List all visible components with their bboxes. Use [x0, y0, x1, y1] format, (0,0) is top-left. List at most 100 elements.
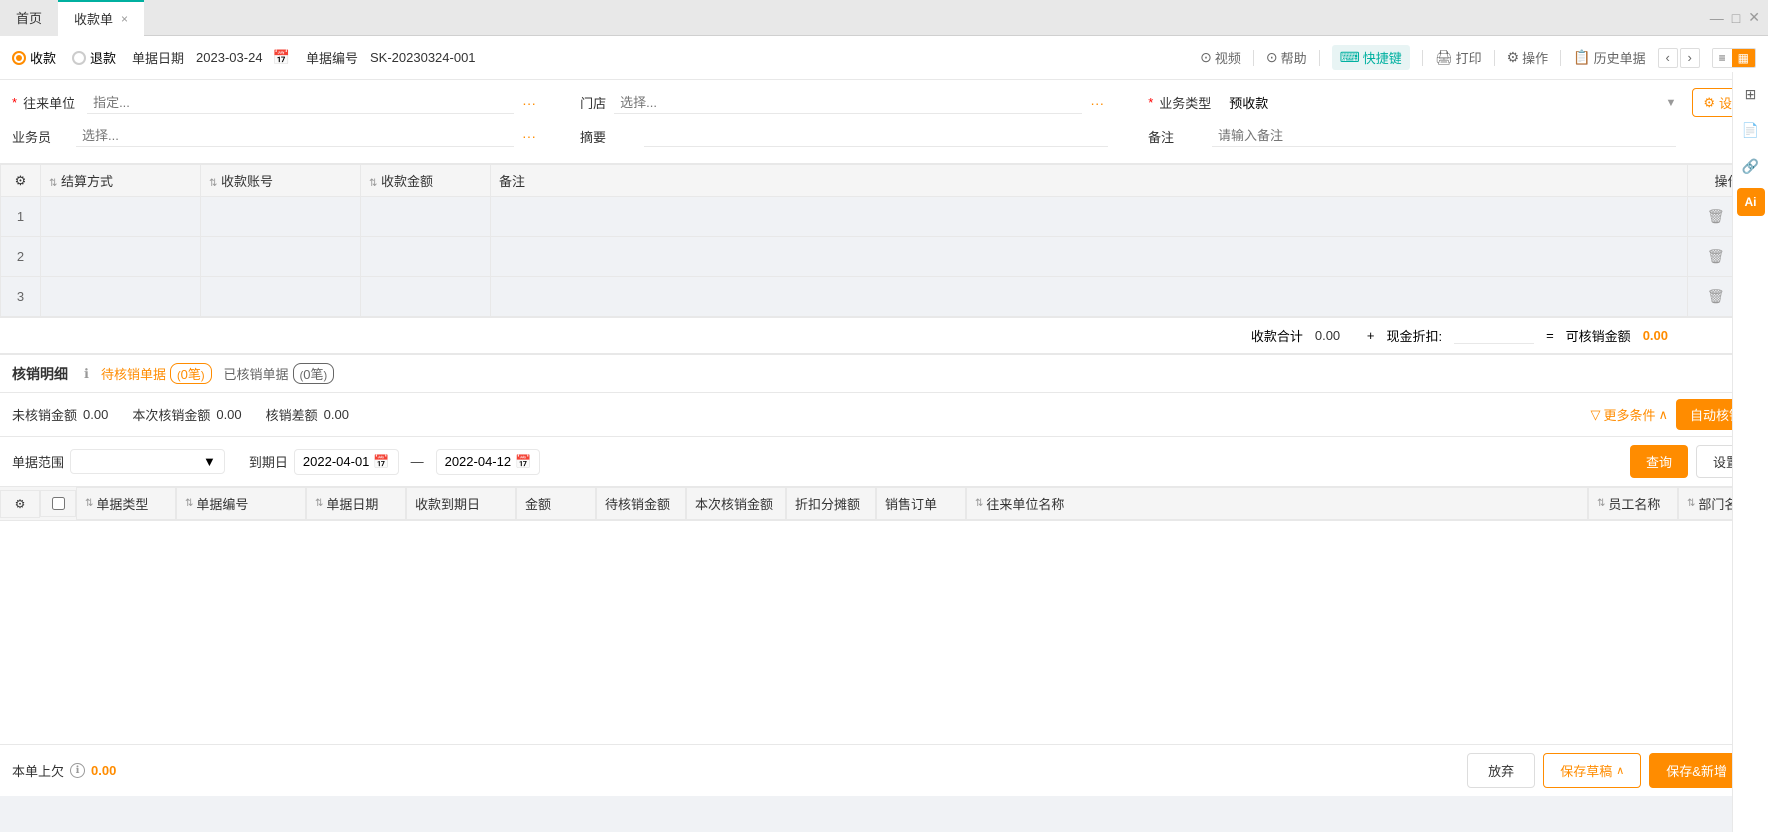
pending-tab[interactable]: 待核销单据 (0笔): [101, 363, 212, 384]
range-filter: 单据范围 ▼: [12, 449, 225, 474]
help-icon: ⊙: [1266, 49, 1278, 66]
store-input[interactable]: [614, 92, 1082, 114]
verify-info-icon[interactable]: ℹ: [84, 366, 89, 382]
next-arrow[interactable]: ›: [1680, 48, 1700, 68]
this-order-value: 0.00: [91, 763, 116, 778]
summary-input[interactable]: [644, 125, 1108, 147]
nav-arrows: ‹ ›: [1658, 48, 1700, 68]
sidebar: ⊞ 📄 🔗 Ai: [1732, 72, 1768, 832]
th-amount: ⇅ 收款金额: [361, 165, 491, 197]
cell-note-2[interactable]: [491, 237, 1688, 277]
salesman-more-btn[interactable]: ···: [518, 128, 540, 144]
business-type-arrow[interactable]: ▼: [1665, 97, 1676, 109]
th-settlement: ⇅ 结算方式: [41, 165, 201, 197]
sidebar-link-icon[interactable]: 🔗: [1737, 152, 1765, 180]
video-icon: ⊙: [1200, 49, 1212, 66]
form-area: * 往来单位 ··· 门店 ··· * 业务类型 预收款 ▼ ⚙: [0, 80, 1768, 164]
counterpart-input[interactable]: [87, 92, 514, 114]
operation-btn[interactable]: ⚙ 操作: [1507, 48, 1549, 67]
discount-input[interactable]: [1454, 328, 1534, 344]
row-num-3: 3: [1, 277, 41, 317]
counterpart-more-btn[interactable]: ···: [518, 95, 540, 111]
verify-table-header: ⚙ ⇅ 单据类型 ⇅ 单据编号 ⇅ 单据日期 收款到期日 金额: [0, 487, 1768, 521]
done-tab[interactable]: 已核销单据 (0笔): [224, 363, 335, 384]
abandon-button[interactable]: 放弃: [1467, 753, 1535, 788]
cell-settlement-3[interactable]: [41, 277, 201, 317]
tab-home[interactable]: 首页: [0, 0, 58, 36]
cell-amount-1[interactable]: [361, 197, 491, 237]
vth-checkbox[interactable]: [40, 490, 76, 517]
salesman-input[interactable]: [76, 125, 514, 147]
vth-gear[interactable]: ⚙: [0, 490, 40, 518]
note-label: 备注: [1148, 127, 1208, 146]
tab-current[interactable]: 收款单 ×: [58, 0, 144, 36]
salesman-label: 业务员: [12, 127, 72, 146]
range-select[interactable]: ▼: [70, 449, 225, 474]
help-btn[interactable]: ⊙ 帮助: [1266, 48, 1307, 67]
tab-close-icon[interactable]: ×: [121, 12, 128, 26]
print-icon: 🖨: [1435, 49, 1453, 66]
diff-value: 0.00: [324, 407, 349, 422]
radio-receipt[interactable]: 收款: [12, 48, 56, 67]
more-conditions-btn[interactable]: ▽ 更多条件 ∧: [1590, 405, 1668, 424]
calendar-icon[interactable]: 📅: [273, 49, 290, 66]
top-toolbar: 收款 退款 单据日期 2023-03-24 📅 单据编号 SK-20230324…: [0, 36, 1768, 80]
order-info-icon[interactable]: ℹ: [70, 763, 85, 778]
due-from-value: 2022-04-01: [303, 454, 370, 469]
list-view-btn[interactable]: ≡: [1713, 49, 1732, 67]
cell-amount-3[interactable]: [361, 277, 491, 317]
total-label: 收款合计: [1251, 326, 1303, 345]
form-row-2: 业务员 ··· 摘要 备注: [12, 125, 1756, 147]
cell-settlement-1[interactable]: [41, 197, 201, 237]
due-to-input[interactable]: 2022-04-12 📅: [436, 449, 541, 475]
radio-refund[interactable]: 退款: [72, 48, 116, 67]
cell-account-3[interactable]: [201, 277, 361, 317]
minimize-icon[interactable]: —: [1710, 10, 1724, 26]
business-type-value: 预收款: [1223, 90, 1657, 115]
th-note: 备注: [491, 165, 1688, 197]
pending-count: (0笔): [170, 363, 212, 384]
cell-settlement-2[interactable]: [41, 237, 201, 277]
sidebar-table-icon[interactable]: ⊞: [1737, 80, 1765, 108]
type-radio-group: 收款 退款: [12, 48, 116, 67]
note-input[interactable]: [1212, 125, 1676, 147]
vth-due-date: 收款到期日: [406, 487, 516, 520]
divider3: [1422, 50, 1423, 66]
history-btn[interactable]: 📋 历史单据: [1573, 48, 1645, 67]
salesman-field: 业务员 ···: [12, 125, 540, 147]
delete-row-2-btn[interactable]: 🗑: [1707, 248, 1725, 265]
date-dash: —: [405, 454, 430, 469]
cell-note-1[interactable]: [491, 197, 1688, 237]
due-from-input[interactable]: 2022-04-01 📅: [294, 449, 399, 475]
shortcut-btn[interactable]: ⌨ 快捷键: [1332, 45, 1410, 70]
select-all-checkbox[interactable]: [52, 497, 65, 510]
cell-account-1[interactable]: [201, 197, 361, 237]
th-gear[interactable]: ⚙: [1, 165, 41, 197]
cell-account-2[interactable]: [201, 237, 361, 277]
delete-row-1-btn[interactable]: 🗑: [1707, 208, 1725, 225]
chevron-up-icon: ∧: [1658, 407, 1668, 423]
print-btn[interactable]: 🖨 打印: [1435, 48, 1482, 67]
video-btn[interactable]: ⊙ 视频: [1200, 48, 1241, 67]
cell-amount-2[interactable]: [361, 237, 491, 277]
cell-note-3[interactable]: [491, 277, 1688, 317]
prev-arrow[interactable]: ‹: [1658, 48, 1678, 68]
row-num-1: 1: [1, 197, 41, 237]
save-draft-button[interactable]: 保存草稿 ∧: [1543, 753, 1641, 788]
query-button[interactable]: 查询: [1630, 445, 1688, 478]
more-conditions-label: 更多条件: [1603, 405, 1655, 424]
close-icon[interactable]: ✕: [1748, 9, 1760, 26]
maximize-icon[interactable]: □: [1732, 10, 1740, 26]
filter-icon: ▽: [1590, 407, 1600, 423]
due-date-filter: 到期日 2022-04-01 📅 — 2022-04-12 📅: [249, 449, 540, 475]
form-view-btn[interactable]: ▦: [1732, 49, 1755, 67]
sidebar-ai-icon[interactable]: Ai: [1737, 188, 1765, 216]
net-value: 0.00: [1643, 328, 1668, 343]
store-more-btn[interactable]: ···: [1086, 95, 1108, 111]
delete-row-3-btn[interactable]: 🗑: [1707, 288, 1725, 305]
counterpart-field: * 往来单位 ···: [12, 92, 540, 114]
uncancelled-label: 未核销金额: [12, 405, 77, 424]
sidebar-doc-icon[interactable]: 📄: [1737, 116, 1765, 144]
radio-receipt-label: 收款: [30, 48, 56, 67]
bottom-bar: 本单上欠 ℹ 0.00 放弃 保存草稿 ∧ 保存&新增 ∧: [0, 744, 1768, 796]
